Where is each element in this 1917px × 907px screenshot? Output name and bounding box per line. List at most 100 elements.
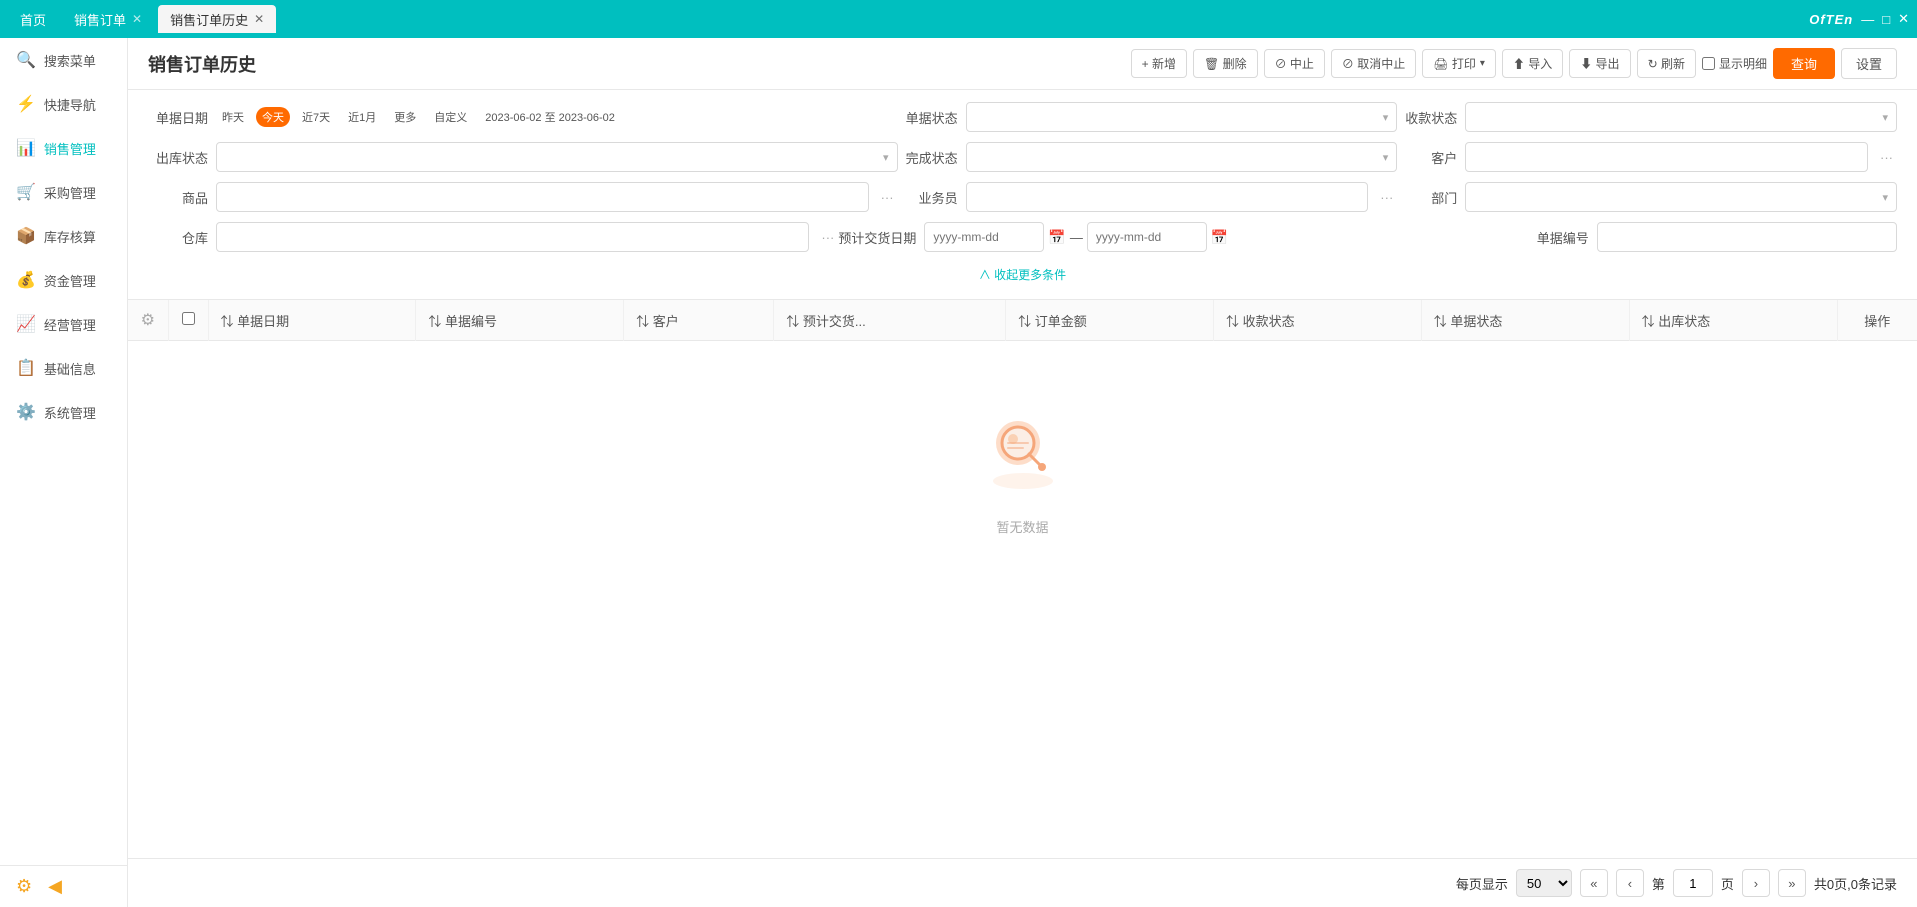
receipt-status-select[interactable]: ▾ — [1465, 102, 1897, 132]
delete-button[interactable]: 🗑 删除 — [1193, 49, 1258, 78]
show-details-checkbox-wrap[interactable]: 显示明细 — [1702, 55, 1767, 72]
sidebar-item-search-menu[interactable]: 🔍 搜索菜单 — [0, 38, 127, 82]
date-tag-yesterday[interactable]: 昨天 — [216, 107, 250, 127]
outbound-status-label: 出库状态 — [148, 148, 208, 167]
toolbar: + 新增 🗑 删除 ⊘ 中止 ⊘ 取消中止 🖨 打印 ▾ ⬆ 导入 ⬇ 导出 ↻… — [1131, 48, 1897, 89]
delivery-end-calendar-icon[interactable]: 📅 — [1211, 229, 1228, 246]
data-table: ⚙ ⇅ 单据日期 ⇅ 单据编号 — [128, 300, 1917, 341]
date-tag-more[interactable]: 更多 — [388, 107, 422, 127]
collapse-filter-btn[interactable]: ∧ 收起更多条件 — [148, 262, 1897, 287]
sales-mgmt-icon: 📊 — [16, 138, 36, 158]
th-doc-status: ⇅ 单据状态 — [1421, 300, 1629, 341]
doc-status-label: 单据状态 — [898, 108, 958, 127]
department-arrow: ▾ — [1882, 191, 1888, 204]
tab-sales-order[interactable]: 销售订单 ✕ — [62, 5, 154, 33]
per-page-select[interactable]: 10 20 50 100 — [1516, 869, 1572, 897]
delivery-end-input[interactable] — [1087, 222, 1207, 252]
th-expected-delivery: ⇅ 预计交货... — [774, 300, 1006, 341]
customer-dots-btn[interactable]: ··· — [1876, 150, 1897, 165]
salesperson-input[interactable] — [966, 182, 1369, 212]
sidebar-bottom: ⚙ ◀ — [0, 865, 127, 907]
refresh-button[interactable]: ↻ 刷新 — [1637, 49, 1696, 78]
query-button[interactable]: 查询 — [1773, 48, 1835, 79]
doc-status-arrow: ▾ — [1383, 111, 1389, 124]
sidebar-item-inventory[interactable]: 📦 库存核算 — [0, 214, 127, 258]
product-dots-btn[interactable]: ··· — [877, 190, 898, 205]
sidebar-item-operations[interactable]: 📈 经营管理 — [0, 302, 127, 346]
sidebar-item-operations-label: 经营管理 — [44, 315, 96, 334]
sidebar-item-purchase-mgmt[interactable]: 🛒 采购管理 — [0, 170, 127, 214]
import-button[interactable]: ⬆ 导入 — [1502, 49, 1563, 78]
date-filter-wrap: 昨天 今天 近7天 近1月 更多 自定义 — [216, 107, 473, 127]
sidebar-item-quick-nav[interactable]: ⚡ 快捷导航 — [0, 82, 127, 126]
receipt-status-label: 收款状态 — [1397, 108, 1457, 127]
tab-sales-order-close[interactable]: ✕ — [132, 13, 142, 25]
warehouse-dots-btn[interactable]: ··· — [817, 230, 838, 245]
filter-doc-number: 单据编号 — [1529, 222, 1897, 252]
doc-number-input[interactable] — [1597, 222, 1897, 252]
sidebar-item-finance[interactable]: 💰 资金管理 — [0, 258, 127, 302]
department-label: 部门 — [1397, 188, 1457, 207]
th-doc-date-label: ⇅ 单据日期 — [221, 314, 290, 329]
sidebar-collapse-icon[interactable]: ◀ — [48, 876, 62, 897]
department-select[interactable]: ▾ — [1465, 182, 1897, 212]
filter-salesperson: 业务员 ··· — [898, 182, 1398, 212]
delivery-start-calendar-icon[interactable]: 📅 — [1048, 229, 1065, 246]
table-section: ⚙ ⇅ 单据日期 ⇅ 单据编号 — [128, 300, 1917, 907]
th-order-amount-label: ⇅ 订单金额 — [1018, 314, 1087, 329]
expected-delivery-label: 预计交货日期 — [838, 228, 916, 247]
sidebar-settings-icon[interactable]: ⚙ — [16, 876, 32, 897]
close-btn[interactable]: ✕ — [1898, 11, 1909, 27]
stop-button[interactable]: ⊘ 中止 — [1264, 49, 1325, 78]
th-receipt-status: ⇅ 收款状态 — [1213, 300, 1421, 341]
new-button[interactable]: + 新增 — [1131, 49, 1187, 78]
first-page-btn[interactable]: « — [1580, 869, 1608, 897]
show-details-checkbox[interactable] — [1702, 57, 1715, 70]
warehouse-input[interactable] — [216, 222, 809, 252]
date-tag-today[interactable]: 今天 — [256, 107, 290, 127]
next-page-btn[interactable]: › — [1742, 869, 1770, 897]
tab-sales-order-history[interactable]: 销售订单历史 ✕ — [158, 5, 276, 33]
show-details-label: 显示明细 — [1719, 55, 1767, 72]
minimize-btn[interactable]: — — [1861, 12, 1874, 27]
table-wrap: ⚙ ⇅ 单据日期 ⇅ 单据编号 — [128, 300, 1917, 858]
customer-input[interactable] — [1465, 142, 1868, 172]
cancel-stop-button[interactable]: ⊘ 取消中止 — [1331, 49, 1416, 78]
page-number-input[interactable] — [1673, 869, 1713, 897]
main-layout: 🔍 搜索菜单 ⚡ 快捷导航 📊 销售管理 🛒 采购管理 📦 库存核算 💰 资金管… — [0, 38, 1917, 907]
tab-home[interactable]: 首页 — [8, 5, 58, 33]
filter-product: 商品 ··· — [148, 182, 898, 212]
last-page-btn[interactable]: » — [1778, 869, 1806, 897]
doc-status-select[interactable]: ▾ — [966, 102, 1398, 132]
basic-info-icon: 📋 — [16, 358, 36, 378]
date-tag-7days[interactable]: 近7天 — [296, 107, 336, 127]
tab-sales-order-history-close[interactable]: ✕ — [254, 13, 264, 25]
export-button[interactable]: ⬇ 导出 — [1569, 49, 1630, 78]
page-title: 销售订单历史 — [148, 51, 256, 87]
maximize-btn[interactable]: □ — [1882, 12, 1890, 27]
delivery-start-input[interactable] — [924, 222, 1044, 252]
filter-outbound-status: 出库状态 ▾ — [148, 142, 898, 172]
date-tag-1month[interactable]: 近1月 — [342, 107, 382, 127]
select-all-checkbox[interactable] — [182, 312, 195, 325]
outbound-status-select[interactable]: ▾ — [216, 142, 898, 172]
th-doc-status-label: ⇅ 单据状态 — [1434, 314, 1503, 329]
sidebar-item-sys-mgmt[interactable]: ⚙️ 系统管理 — [0, 390, 127, 434]
prev-page-btn[interactable]: ‹ — [1616, 869, 1644, 897]
top-bar-right: OfTEn — □ ✕ — [1809, 11, 1909, 27]
th-operations-label: 操作 — [1864, 314, 1890, 329]
th-receipt-status-label: ⇅ 收款状态 — [1226, 314, 1295, 329]
sidebar-item-finance-label: 资金管理 — [44, 271, 96, 290]
sidebar-item-sales-mgmt[interactable]: 📊 销售管理 — [0, 126, 127, 170]
date-tag-custom[interactable]: 自定义 — [428, 107, 473, 127]
product-input[interactable] — [216, 182, 869, 212]
complete-status-select[interactable]: ▾ — [966, 142, 1398, 172]
sidebar-item-basic-info[interactable]: 📋 基础信息 — [0, 346, 127, 390]
th-doc-number-label: ⇅ 单据编号 — [428, 314, 497, 329]
settings-button[interactable]: 设置 — [1841, 48, 1897, 79]
filter-area: 单据日期 昨天 今天 近7天 近1月 更多 自定义 2023-06-02 至 2… — [128, 90, 1917, 300]
print-label: 🖨 打印 — [1433, 55, 1476, 72]
table-settings-icon[interactable]: ⚙ — [141, 312, 155, 329]
salesperson-dots-btn[interactable]: ··· — [1376, 190, 1397, 205]
print-button[interactable]: 🖨 打印 ▾ — [1422, 49, 1496, 78]
